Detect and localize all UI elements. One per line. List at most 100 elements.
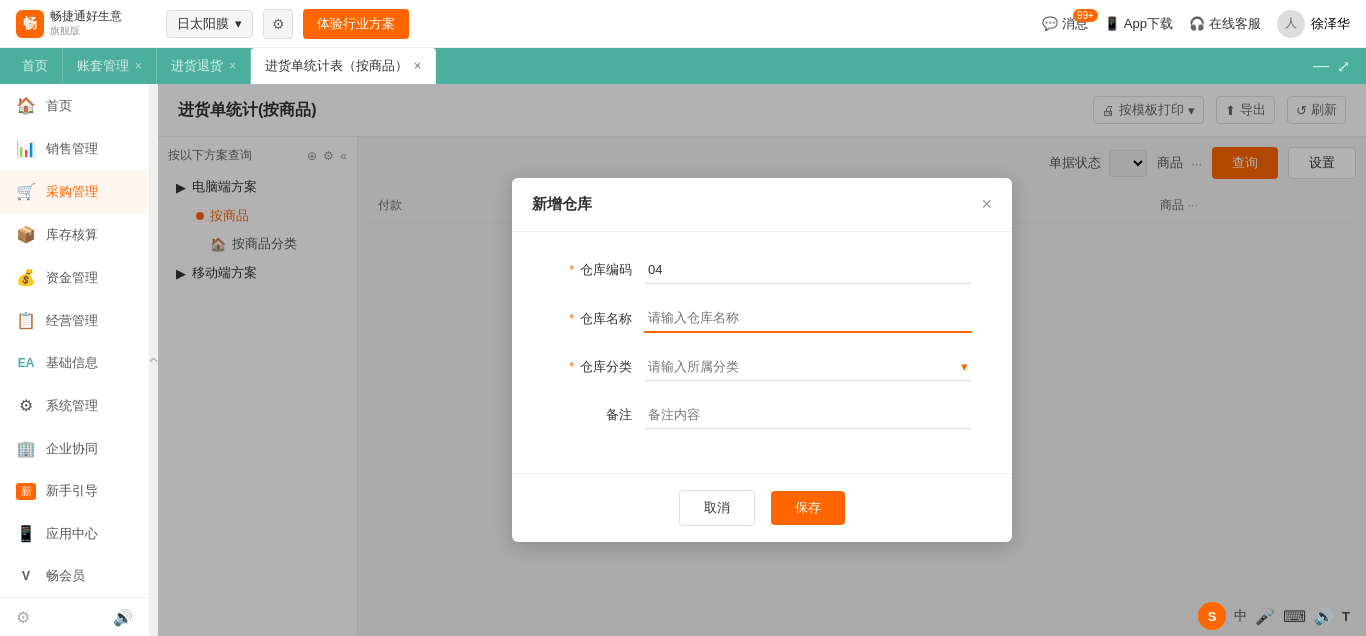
home-icon: 🏠 [16, 96, 36, 115]
sidebar: 🏠 首页 📊 销售管理 🛒 采购管理 📦 库存核算 💰 资金管理 📋 经营管理 … [0, 84, 150, 636]
category-input[interactable] [648, 359, 961, 374]
apps-icon: 📱 [16, 524, 36, 543]
modal-body: * 仓库编码 * 仓库名称 [512, 232, 1012, 473]
guide-icon: 新 [16, 483, 36, 500]
sidebar-item-basic[interactable]: EA 基础信息 [0, 342, 149, 384]
store-selector[interactable]: 日太阳膜 ▾ [166, 10, 253, 38]
app-download-button[interactable]: 📱 App下载 [1104, 15, 1173, 33]
sidebar-enterprise-label: 企业协同 [46, 440, 98, 458]
sidebar-sales-label: 销售管理 [46, 140, 98, 158]
content-area: 进货单统计(按商品) 🖨 按模板打印 ▾ ⬆ 导出 ↺ 刷新 [158, 84, 1366, 636]
sidebar-basic-label: 基础信息 [46, 354, 98, 372]
online-service-button[interactable]: 🎧 在线客服 [1189, 15, 1261, 33]
username: 徐泽华 [1311, 15, 1350, 33]
sales-icon: 📊 [16, 139, 36, 158]
add-warehouse-modal: 新增仓库 × * 仓库编码 * [512, 178, 1012, 542]
phone-icon: 📱 [1104, 16, 1120, 31]
bottom-bar: S 中 🎤 ⌨ 🔊 T [1182, 596, 1366, 636]
save-button[interactable]: 保存 [771, 491, 845, 525]
header-right: 💬 消息 99+ 📱 App下载 🎧 在线客服 人 徐泽华 [1042, 10, 1350, 38]
sidebar-item-home[interactable]: 🏠 首页 [0, 84, 149, 127]
avatar: 人 [1277, 10, 1305, 38]
warehouse-category-row: * 仓库分类 ▾ [552, 353, 972, 381]
tab-bar: 首页 账套管理 × 进货退货 × 进货单统计表（按商品） × — ⤢ [0, 48, 1366, 84]
warehouse-name-input[interactable] [644, 304, 972, 333]
sidebar-home-label: 首页 [46, 97, 72, 115]
main-layout: 🏠 首页 📊 销售管理 🛒 采购管理 📦 库存核算 💰 资金管理 📋 经营管理 … [0, 84, 1366, 636]
enterprise-icon: 🏢 [16, 439, 36, 458]
basic-icon: EA [16, 356, 36, 370]
dropdown-icon: ▾ [961, 359, 968, 374]
sidebar-item-apps[interactable]: 📱 应用中心 [0, 512, 149, 555]
code-label: * 仓库编码 [552, 261, 632, 279]
font-icon[interactable]: T [1342, 609, 1350, 624]
sidebar-item-sales[interactable]: 📊 销售管理 [0, 127, 149, 170]
purchase-return-tab-label: 进货退货 [171, 57, 223, 75]
operations-icon: 📋 [16, 311, 36, 330]
sougou-icon[interactable]: S [1198, 602, 1226, 630]
tab-expand-button[interactable]: ⤢ [1337, 57, 1350, 76]
headset-icon: 🎧 [1189, 16, 1205, 31]
category-label: * 仓库分类 [552, 358, 632, 376]
system-icon: ⚙ [16, 396, 36, 415]
sidebar-item-enterprise[interactable]: 🏢 企业协同 [0, 427, 149, 470]
message-button[interactable]: 💬 消息 99+ [1042, 15, 1088, 33]
top-header: 畅 畅捷通好生意 旗舰版 日太阳膜 ▾ ⚙ 体验行业方案 💬 消息 99+ 📱 … [0, 0, 1366, 48]
accounts-tab-close[interactable]: × [135, 59, 142, 73]
tab-purchase-stats[interactable]: 进货单统计表（按商品） × [251, 48, 436, 84]
sidebar-item-inventory[interactable]: 📦 库存核算 [0, 213, 149, 256]
sidebar-system-label: 系统管理 [46, 397, 98, 415]
app-download-label: App下载 [1124, 15, 1173, 33]
sidebar-item-operations[interactable]: 📋 经营管理 [0, 299, 149, 342]
logo-icon: 畅 [16, 10, 44, 38]
settings-icon[interactable]: ⚙ [16, 608, 30, 627]
tab-home[interactable]: 首页 [8, 48, 63, 84]
cancel-button[interactable]: 取消 [679, 490, 755, 526]
warehouse-code-input[interactable] [644, 256, 972, 284]
tab-purchase-return[interactable]: 进货退货 × [157, 48, 251, 84]
speaker-icon[interactable]: 🔊 [113, 608, 133, 627]
sidebar-item-guide[interactable]: 新 新手引导 [0, 470, 149, 512]
store-name: 日太阳膜 [177, 15, 229, 33]
logo-text: 畅捷通好生意 [50, 9, 122, 25]
inventory-icon: 📦 [16, 225, 36, 244]
logo-area: 畅 畅捷通好生意 旗舰版 [16, 9, 166, 39]
purchase-stats-tab-label: 进货单统计表（按商品） [265, 57, 408, 75]
user-profile[interactable]: 人 徐泽华 [1277, 10, 1350, 38]
purchase-return-tab-close[interactable]: × [229, 59, 236, 73]
warehouse-code-row: * 仓库编码 [552, 256, 972, 284]
modal-close-button[interactable]: × [981, 194, 992, 215]
accounts-tab-label: 账套管理 [77, 57, 129, 75]
sidebar-operations-label: 经营管理 [46, 312, 98, 330]
sidebar-apps-label: 应用中心 [46, 525, 98, 543]
chinese-input-icon[interactable]: 中 [1234, 607, 1247, 625]
sidebar-item-system[interactable]: ⚙ 系统管理 [0, 384, 149, 427]
mic-icon[interactable]: 🎤 [1255, 607, 1275, 626]
keyboard-icon[interactable]: ⌨ [1283, 607, 1306, 626]
purchase-icon: 🛒 [16, 182, 36, 201]
sidebar-inventory-label: 库存核算 [46, 226, 98, 244]
tab-minimize-button[interactable]: — [1313, 57, 1329, 75]
volume-icon[interactable]: 🔊 [1314, 607, 1334, 626]
trial-button[interactable]: 体验行业方案 [303, 9, 409, 39]
sidebar-item-purchase[interactable]: 🛒 采购管理 [0, 170, 149, 213]
finance-icon: 💰 [16, 268, 36, 287]
home-tab-label: 首页 [22, 57, 48, 75]
member-icon: V [16, 569, 36, 583]
modal-overlay: 新增仓库 × * 仓库编码 * [158, 84, 1366, 636]
sidebar-item-finance[interactable]: 💰 资金管理 [0, 256, 149, 299]
message-badge: 99+ [1073, 9, 1098, 22]
note-input[interactable] [644, 401, 972, 429]
sidebar-guide-label: 新手引导 [46, 482, 98, 500]
note-label: 备注 [552, 406, 632, 424]
tab-accounts[interactable]: 账套管理 × [63, 48, 157, 84]
name-label: * 仓库名称 [552, 310, 632, 328]
online-service-label: 在线客服 [1209, 15, 1261, 33]
gear-button[interactable]: ⚙ [263, 9, 293, 39]
modal-title: 新增仓库 [532, 195, 592, 214]
purchase-stats-tab-close[interactable]: × [414, 59, 421, 73]
sidebar-collapse-button[interactable]: ‹ [150, 84, 158, 636]
sidebar-item-member[interactable]: V 畅会员 [0, 555, 149, 597]
category-select-wrapper[interactable]: ▾ [644, 353, 972, 381]
sidebar-member-label: 畅会员 [46, 567, 85, 585]
